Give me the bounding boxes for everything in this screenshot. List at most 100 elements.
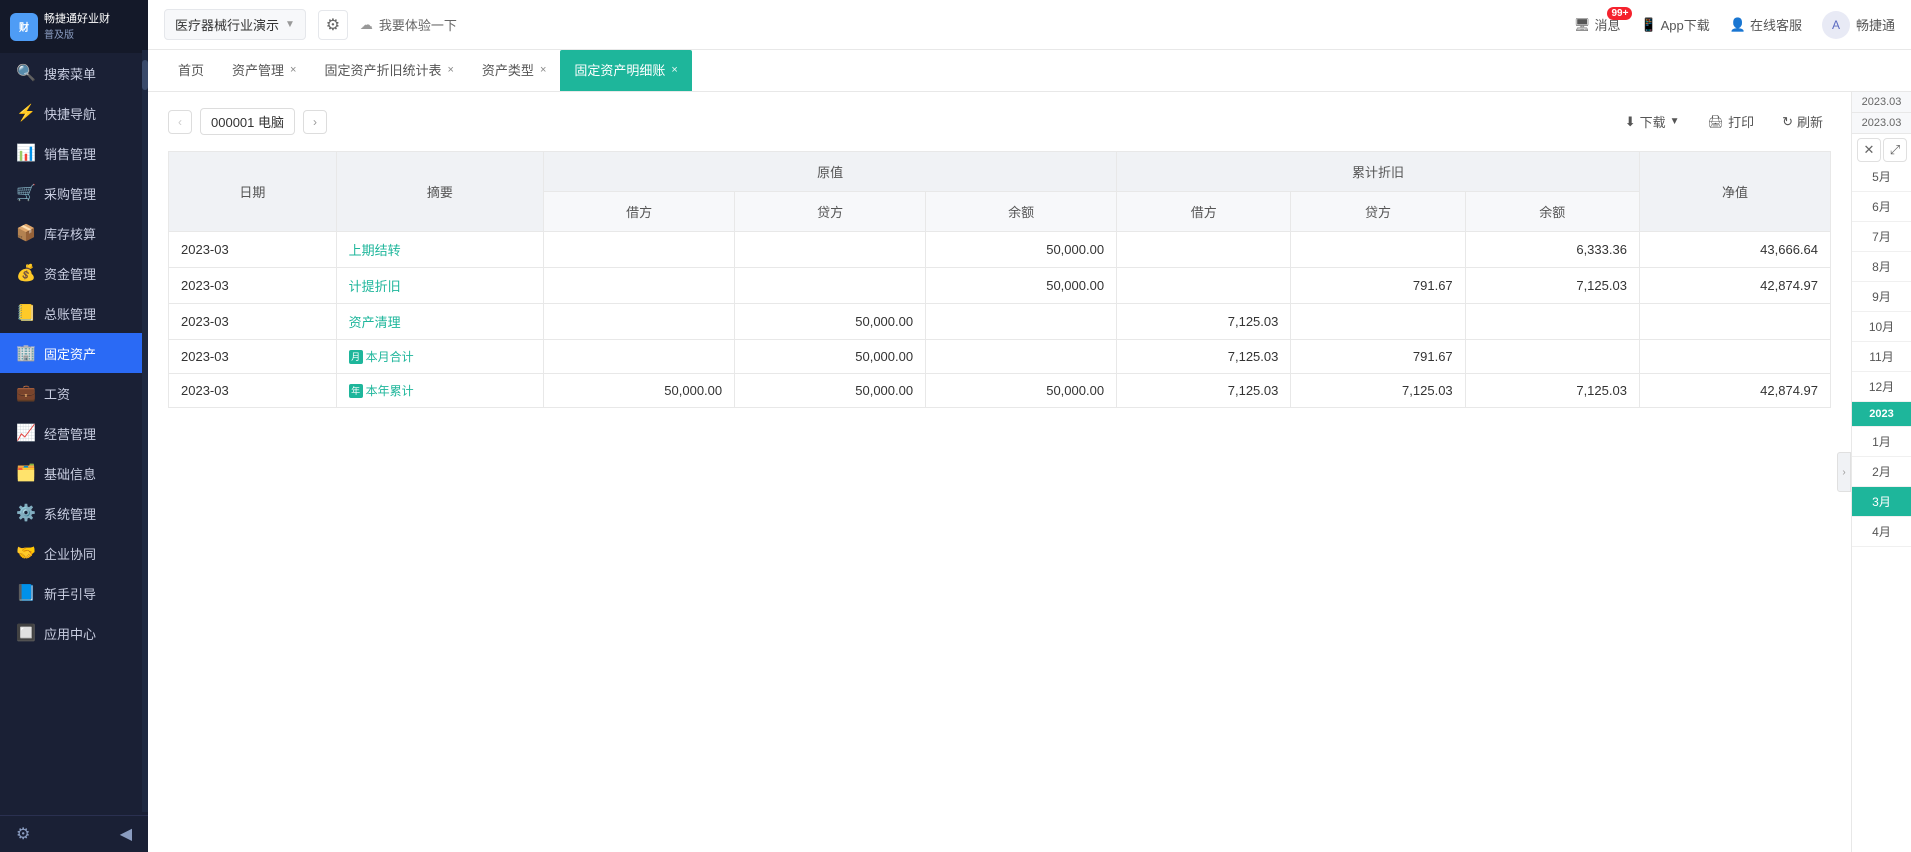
prev-asset-button[interactable]: ‹ — [168, 110, 192, 134]
print-label: 打印 — [1728, 112, 1754, 131]
time-item-feb[interactable]: 2月 — [1852, 457, 1911, 487]
time-item-year-2023[interactable]: 2023 — [1852, 402, 1911, 427]
tab-asset-mgmt-close[interactable]: × — [290, 64, 296, 76]
sidebar-item-label: 应用中心 — [44, 624, 96, 643]
sidebar-item-label: 快捷导航 — [44, 104, 96, 123]
cell-acc-balance — [1465, 340, 1639, 374]
sidebar-item-ledger[interactable]: 📒 总账管理 — [0, 293, 148, 333]
time-item-jun[interactable]: 6月 — [1852, 192, 1911, 222]
collapse-icon[interactable]: ◀ — [120, 824, 132, 844]
tab-asset-detail[interactable]: 固定资产明细账 × — [560, 50, 691, 91]
sidebar-item-fixed[interactable]: 🏢 固定资产 — [0, 333, 148, 373]
asset-name: 电脑 — [258, 115, 284, 130]
time-item-oct[interactable]: 10月 — [1852, 312, 1911, 342]
time-item-may[interactable]: 5月 — [1852, 162, 1911, 192]
download-button[interactable]: 📱 App下载 — [1640, 15, 1709, 34]
tab-asset-type-close[interactable]: × — [540, 64, 546, 76]
sidebar-item-base[interactable]: 🗂️ 基础信息 — [0, 453, 148, 493]
sidebar-item-label: 固定资产 — [44, 344, 96, 363]
cell-summary[interactable]: 上期结转 — [336, 232, 544, 268]
sidebar-item-payroll[interactable]: 💼 工资 — [0, 373, 148, 413]
time-panel-header-1: 2023.03 — [1852, 92, 1911, 113]
sidebar-scrollbar-thumb — [142, 60, 148, 90]
sidebar-item-capital[interactable]: 💰 资金管理 — [0, 253, 148, 293]
sidebar-item-collab[interactable]: 🤝 企业协同 — [0, 533, 148, 573]
time-panel-close-btn[interactable]: ✕ — [1857, 138, 1881, 162]
table-row: 2023-03 计提折旧 50,000.00 791.67 7,125.03 4… — [169, 268, 1831, 304]
year-total-tag: 年 本年累计 — [349, 382, 414, 399]
topbar-right: 🖥 消息 99+ 📱 App下载 👤 在线客服 A 畅捷通 — [1574, 11, 1895, 39]
user-menu[interactable]: A 畅捷通 — [1822, 11, 1895, 39]
cell-net-value: 42,874.97 — [1639, 374, 1830, 408]
time-item-jan[interactable]: 1月 — [1852, 427, 1911, 457]
cell-orig-credit: 50,000.00 — [735, 340, 926, 374]
time-item-dec[interactable]: 12月 — [1852, 372, 1911, 402]
cell-date: 2023-03 — [169, 340, 337, 374]
cell-date: 2023-03 — [169, 232, 337, 268]
col-date: 日期 — [169, 152, 337, 232]
time-item-sep[interactable]: 9月 — [1852, 282, 1911, 312]
table-panel: ‹ 000001 电脑 › ⬇ 下载 ▼ 🖨 打印 — [148, 92, 1851, 852]
trial-label: 我要体验一下 — [379, 15, 457, 34]
col-acc-debit: 借方 — [1117, 192, 1291, 232]
time-panel-header-2: 2023.03 — [1852, 113, 1911, 134]
cell-orig-credit — [735, 232, 926, 268]
cell-acc-balance: 7,125.03 — [1465, 374, 1639, 408]
sidebar-item-purchase[interactable]: 🛒 采购管理 — [0, 173, 148, 213]
cell-acc-balance: 6,333.36 — [1465, 232, 1639, 268]
time-item-nov[interactable]: 11月 — [1852, 342, 1911, 372]
asset-detail-table: 日期 摘要 原值 累计折旧 净值 借方 贷方 余额 借方 贷方 余额 — [168, 151, 1831, 408]
sidebar-item-guide[interactable]: 📘 新手引导 — [0, 573, 148, 613]
cell-summary[interactable]: 计提折旧 — [336, 268, 544, 304]
asset-code: 000001 — [211, 115, 254, 130]
messages-button[interactable]: 🖥 消息 99+ — [1574, 15, 1621, 34]
time-panel-toggle[interactable]: › — [1837, 452, 1851, 492]
sidebar-item-operations[interactable]: 📈 经营管理 — [0, 413, 148, 453]
trial-button[interactable]: ☁ 我要体验一下 — [360, 15, 457, 34]
sidebar-item-nav[interactable]: ⚡ 快捷导航 — [0, 93, 148, 133]
chart-icon: 📊 — [16, 143, 36, 163]
app-edition: 普及版 — [44, 26, 110, 41]
tab-asset-type[interactable]: 资产类型 × — [468, 50, 560, 91]
sidebar-item-system[interactable]: ⚙️ 系统管理 — [0, 493, 148, 533]
tab-asset-mgmt[interactable]: 资产管理 × — [218, 50, 310, 91]
col-orig-debit: 借方 — [544, 192, 735, 232]
settings-footer-icon[interactable]: ⚙ — [16, 824, 30, 844]
tab-asset-detail-close[interactable]: × — [671, 64, 677, 76]
time-panel-expand-btn[interactable]: ⤢ — [1883, 138, 1907, 162]
tag-icon: 年 — [349, 384, 363, 398]
service-button[interactable]: 👤 在线客服 — [1730, 15, 1802, 34]
print-btn[interactable]: 🖨 打印 — [1700, 108, 1763, 135]
table-row: 2023-03 月 本月合计 50,000.00 7,125.03 791.67 — [169, 340, 1831, 374]
time-item-jul[interactable]: 7月 — [1852, 222, 1911, 252]
time-item-apr[interactable]: 4月 — [1852, 517, 1911, 547]
sidebar-item-label: 总账管理 — [44, 304, 96, 323]
sidebar-item-label: 采购管理 — [44, 184, 96, 203]
cell-acc-balance: 7,125.03 — [1465, 268, 1639, 304]
next-asset-button[interactable]: › — [303, 110, 327, 134]
download-btn[interactable]: ⬇ 下载 ▼ — [1617, 108, 1688, 135]
cell-acc-debit — [1117, 232, 1291, 268]
refresh-icon: ↻ — [1782, 114, 1793, 130]
refresh-btn[interactable]: ↻ 刷新 — [1774, 108, 1831, 135]
tab-depreciation-close[interactable]: × — [447, 64, 453, 76]
cell-summary[interactable]: 资产清理 — [336, 304, 544, 340]
time-item-aug[interactable]: 8月 — [1852, 252, 1911, 282]
download-icon: ⬇ — [1625, 114, 1636, 130]
service-icon: 👤 — [1730, 17, 1746, 33]
download-label: App下载 — [1661, 15, 1710, 34]
sidebar-item-search[interactable]: 🔍 搜索菜单 — [0, 53, 148, 93]
sidebar-item-label: 企业协同 — [44, 544, 96, 563]
sidebar-item-apps[interactable]: 🔲 应用中心 — [0, 613, 148, 653]
asset-code-box: 000001 电脑 — [200, 108, 295, 135]
sidebar-item-sales[interactable]: 📊 销售管理 — [0, 133, 148, 173]
settings-button[interactable]: ⚙ — [318, 10, 348, 40]
money-icon: 💰 — [16, 263, 36, 283]
logo-icon: 财 — [10, 13, 38, 41]
sidebar-item-inventory[interactable]: 📦 库存核算 — [0, 213, 148, 253]
time-item-mar[interactable]: 3月 — [1852, 487, 1911, 517]
gear-icon: ⚙ — [326, 15, 340, 35]
tab-home[interactable]: 首页 — [164, 50, 218, 91]
tab-depreciation[interactable]: 固定资产折旧统计表 × — [310, 50, 467, 91]
company-selector[interactable]: 医疗器械行业演示 ▼ — [164, 9, 306, 40]
